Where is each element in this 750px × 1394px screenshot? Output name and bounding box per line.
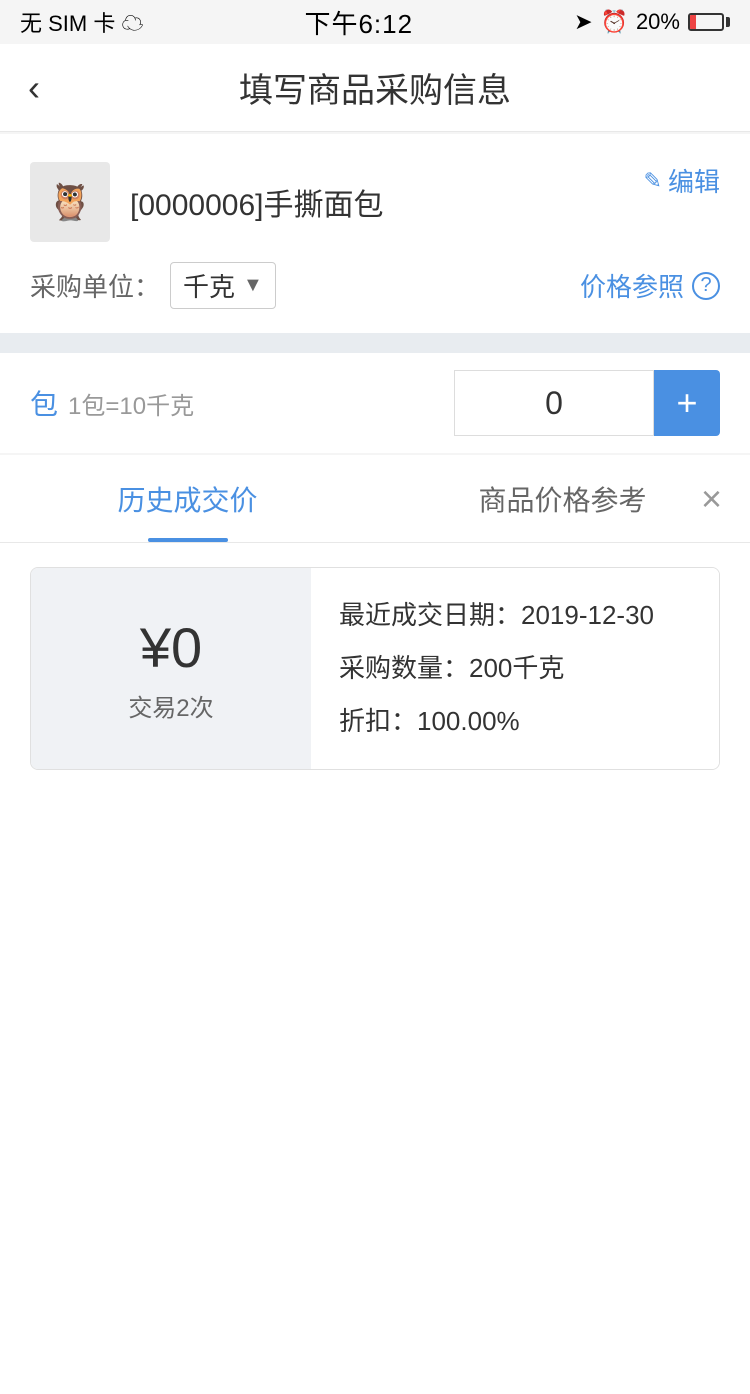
status-bar: 无 SIM 卡 ☁ 下午6:12 ➤ ⏰ 20%	[0, 0, 750, 44]
section-divider	[0, 333, 750, 353]
quantity-plus-button[interactable]: +	[654, 370, 720, 436]
price-ref-label: 价格参照	[580, 267, 684, 304]
product-unit-row: 采购单位： 千克 ▼ 价格参照 ?	[30, 262, 720, 309]
detail-row-quantity: 采购数量：200千克	[339, 649, 691, 688]
price-card-right: 最近成交日期：2019-12-30 采购数量：200千克 折扣：100.00%	[311, 568, 719, 769]
edit-label: 编辑	[668, 162, 720, 199]
quantity-input[interactable]: 0	[454, 370, 654, 436]
page-rest	[0, 794, 750, 1394]
edit-link[interactable]: ✎ 编辑	[644, 162, 720, 199]
status-right: ➤ ⏰ 20%	[574, 9, 730, 35]
quantity-section: 包 1包=10千克 0 +	[0, 353, 750, 453]
product-header: 🦉 [0000006]手撕面包 ✎ 编辑	[30, 162, 720, 242]
edit-icon: ✎	[644, 168, 662, 194]
status-left: 无 SIM 卡 ☁	[20, 6, 143, 38]
price-amount: ¥0	[140, 615, 202, 680]
transaction-count: 交易2次	[128, 688, 213, 723]
dropdown-arrow-icon: ▼	[243, 274, 263, 297]
detail-date-value: 2019-12-30	[521, 600, 654, 630]
battery-text: 20%	[636, 9, 680, 35]
price-card: ¥0 交易2次 最近成交日期：2019-12-30 采购数量：200千克 折扣：…	[30, 567, 720, 770]
tab-price-ref-label: 商品价格参考	[478, 479, 646, 519]
battery-icon	[688, 13, 730, 31]
price-value: 0	[171, 616, 202, 679]
quantity-controls: 0 +	[454, 370, 720, 436]
unit-label: 采购单位：	[30, 267, 160, 304]
tabs-row: 历史成交价 商品价格参考 ×	[0, 455, 750, 543]
detail-row-discount: 折扣：100.00%	[339, 702, 691, 741]
quantity-unit-info: 包 1包=10千克	[30, 383, 194, 423]
tab-history-label: 历史成交价	[117, 479, 257, 519]
product-name: [0000006]手撕面包	[130, 180, 383, 224]
tab-product-price-ref[interactable]: 商品价格参考	[375, 455, 750, 542]
close-panel-button[interactable]: ×	[701, 478, 722, 520]
sim-text: 无 SIM 卡 ☁	[20, 6, 143, 38]
price-card-container: ¥0 交易2次 最近成交日期：2019-12-30 采购数量：200千克 折扣：…	[0, 543, 750, 794]
price-currency-symbol: ¥	[140, 616, 171, 679]
nav-bar: ‹ 填写商品采购信息	[0, 44, 750, 132]
detail-qty-label: 采购数量：	[339, 653, 469, 683]
product-thumbnail: 🦉	[30, 162, 110, 242]
product-left: 🦉 [0000006]手撕面包	[30, 162, 383, 242]
bottom-panel: 历史成交价 商品价格参考 × ¥0 交易2次 最近成交日期：2019-12-30…	[0, 455, 750, 794]
tab-active-underline	[148, 538, 228, 542]
page-title: 填写商品采购信息	[239, 63, 511, 112]
detail-qty-value: 200千克	[469, 653, 564, 683]
detail-row-date: 最近成交日期：2019-12-30	[339, 596, 691, 635]
unit-select[interactable]: 千克 ▼	[170, 262, 276, 309]
alarm-icon: ⏰	[601, 9, 628, 35]
product-section: 🦉 [0000006]手撕面包 ✎ 编辑 采购单位： 千克 ▼ 价格参照 ?	[0, 134, 750, 333]
help-circle-icon: ?	[692, 272, 720, 300]
bag-unit-icon: 包	[30, 383, 58, 423]
detail-date-label: 最近成交日期：	[339, 600, 521, 630]
tab-history-price[interactable]: 历史成交价	[0, 455, 375, 542]
unit-value: 千克	[183, 267, 235, 304]
product-owl-icon: 🦉	[48, 181, 93, 223]
price-card-left: ¥0 交易2次	[31, 568, 311, 769]
status-time: 下午6:12	[304, 4, 413, 41]
location-icon: ➤	[574, 9, 592, 35]
unit-conversion-text: 1包=10千克	[68, 386, 194, 421]
detail-discount-value: 100.00%	[417, 706, 520, 736]
price-ref-link[interactable]: 价格参照 ?	[580, 267, 720, 304]
detail-discount-label: 折扣：	[339, 706, 417, 736]
back-button[interactable]: ‹	[28, 67, 40, 109]
